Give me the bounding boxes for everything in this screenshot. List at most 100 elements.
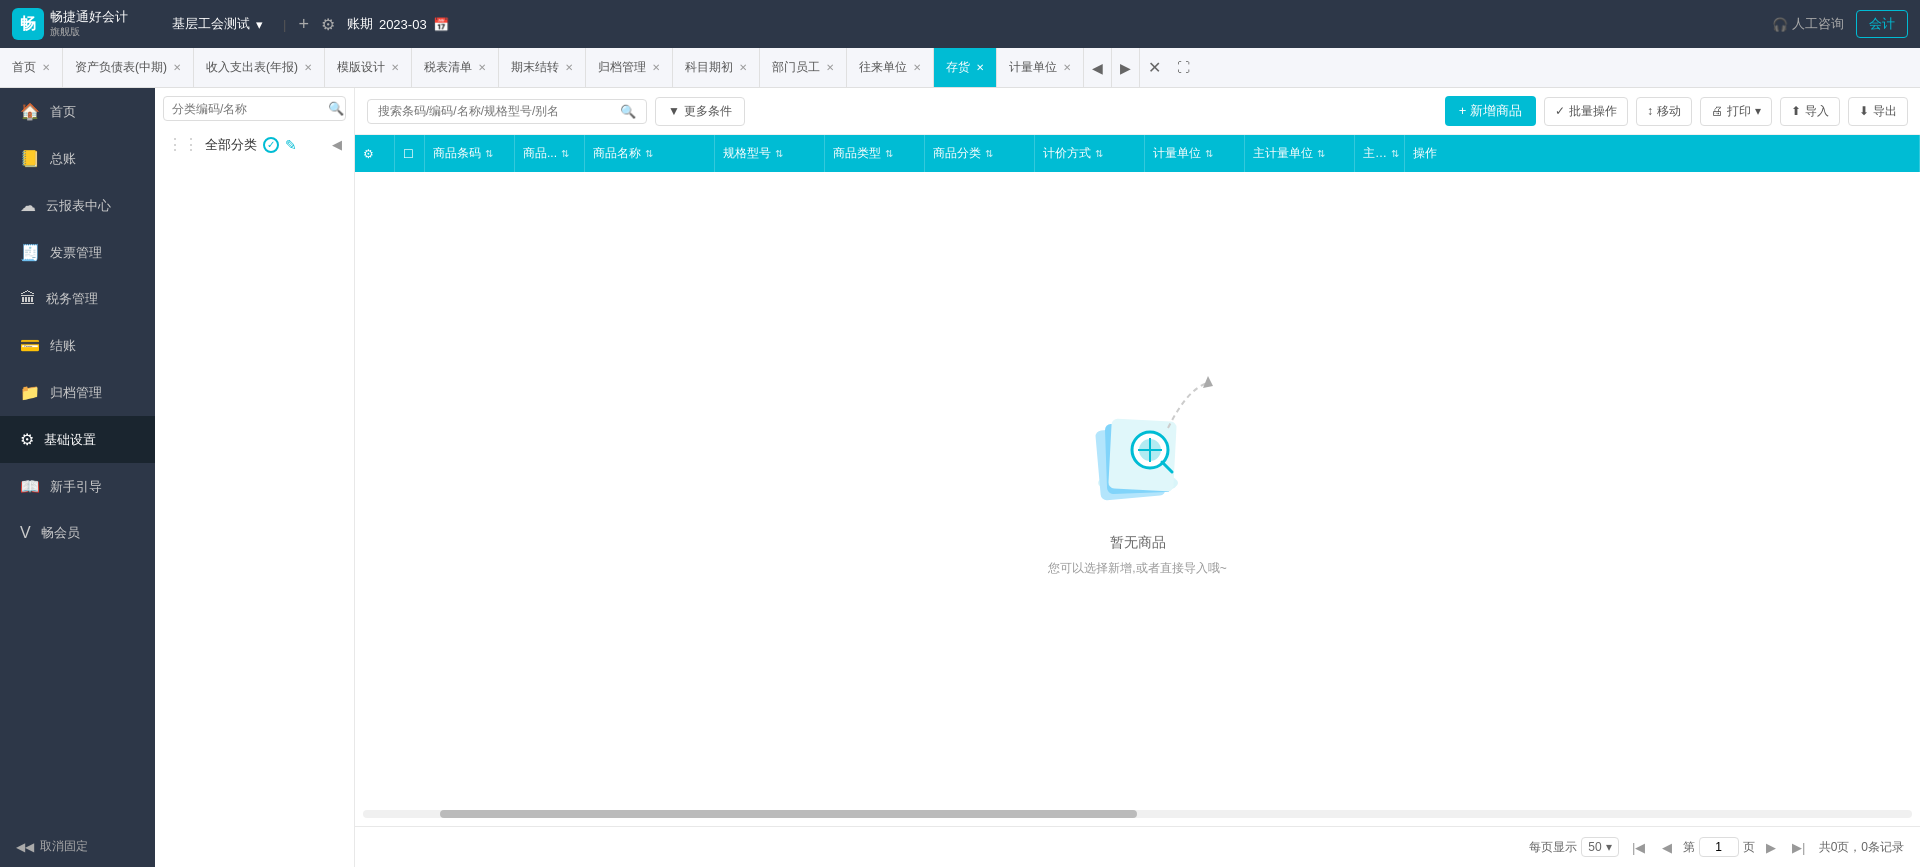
- headset-icon: 🎧: [1772, 17, 1788, 32]
- sidebar-item-checkout[interactable]: 💳 结账: [0, 322, 155, 369]
- filter-label: 更多条件: [684, 103, 732, 120]
- th-label: 商品条码: [433, 145, 481, 162]
- tab-prev-button[interactable]: ◀: [1084, 48, 1112, 88]
- tab-unit[interactable]: 计量单位 ✕: [997, 48, 1084, 88]
- sort-icon: ⇅: [1317, 148, 1325, 159]
- settings-icon[interactable]: ⚙: [321, 15, 335, 34]
- tab-close-icon[interactable]: ✕: [976, 62, 984, 73]
- tab-close-all-button[interactable]: ✕: [1140, 48, 1169, 88]
- tab-label: 收入支出表(年报): [206, 59, 298, 76]
- main-search-input[interactable]: [378, 104, 614, 118]
- category-edit-icon[interactable]: ✎: [285, 137, 297, 153]
- tab-subject-init[interactable]: 科目期初 ✕: [673, 48, 760, 88]
- move-button[interactable]: ↕ 移动: [1636, 97, 1692, 126]
- tab-close-icon[interactable]: ✕: [739, 62, 747, 73]
- tab-label: 期末结转: [511, 59, 559, 76]
- tab-income-statement[interactable]: 收入支出表(年报) ✕: [194, 48, 325, 88]
- tab-label: 模版设计: [337, 59, 385, 76]
- tab-close-icon[interactable]: ✕: [913, 62, 921, 73]
- calendar-icon[interactable]: 📅: [433, 17, 449, 32]
- page-size-select-box[interactable]: 50 ▾: [1581, 837, 1618, 857]
- export-button[interactable]: ⬇ 导出: [1848, 97, 1908, 126]
- tab-partner[interactable]: 往来单位 ✕: [847, 48, 934, 88]
- tab-template[interactable]: 模版设计 ✕: [325, 48, 412, 88]
- sidebar-item-label: 发票管理: [50, 244, 102, 262]
- unpin-button[interactable]: ◀◀ 取消固定: [0, 826, 155, 867]
- page-prev-button[interactable]: ◀: [1655, 835, 1679, 859]
- th-price-method[interactable]: 计价方式 ⇅: [1035, 135, 1145, 172]
- batch-operation-button[interactable]: ✓ 批量操作: [1544, 97, 1628, 126]
- company-selector[interactable]: 基层工会测试 ▾: [164, 11, 271, 37]
- print-button[interactable]: 🖨 打印 ▾: [1700, 97, 1772, 126]
- th-main-unit[interactable]: 主计量单位 ⇅: [1245, 135, 1355, 172]
- category-search-input[interactable]: [172, 102, 322, 116]
- tab-label: 往来单位: [859, 59, 907, 76]
- tab-close-icon[interactable]: ✕: [826, 62, 834, 73]
- page-next-button[interactable]: ▶: [1759, 835, 1783, 859]
- add-company-button[interactable]: +: [298, 14, 309, 35]
- tab-inventory[interactable]: 存货 ✕: [934, 48, 997, 88]
- th-main-abbr[interactable]: 主… ⇅: [1355, 135, 1405, 172]
- th-barcode[interactable]: 商品条码 ⇅: [425, 135, 515, 172]
- filter-button[interactable]: ▼ 更多条件: [655, 97, 745, 126]
- period-label: 账期: [347, 15, 373, 33]
- sidebar-item-invoice[interactable]: 🧾 发票管理: [0, 229, 155, 276]
- main-search-box[interactable]: 🔍: [367, 99, 647, 124]
- tab-close-icon[interactable]: ✕: [42, 62, 50, 73]
- filter-icon: ▼: [668, 104, 680, 118]
- import-button[interactable]: ⬆ 导入: [1780, 97, 1840, 126]
- tab-homepage[interactable]: 首页 ✕: [0, 48, 63, 88]
- th-name[interactable]: 商品名称 ⇅: [585, 135, 715, 172]
- th-type[interactable]: 商品类型 ⇅: [825, 135, 925, 172]
- scroll-thumb[interactable]: [440, 810, 1137, 818]
- total-records: 共0页，0条记录: [1819, 839, 1904, 856]
- th-label: 操作: [1413, 145, 1437, 162]
- th-action: 操作: [1405, 135, 1920, 172]
- unpin-icon: ◀◀: [16, 840, 34, 854]
- th-category[interactable]: 商品分类 ⇅: [925, 135, 1035, 172]
- tab-close-icon[interactable]: ✕: [565, 62, 573, 73]
- th-unit[interactable]: 计量单位 ⇅: [1145, 135, 1245, 172]
- print-dropdown-icon: ▾: [1755, 104, 1761, 118]
- tab-close-icon[interactable]: ✕: [1063, 62, 1071, 73]
- sidebar-item-reports[interactable]: ☁ 云报表中心: [0, 182, 155, 229]
- th-label: 商品类型: [833, 145, 881, 162]
- tab-balance-sheet[interactable]: 资产负债表(中期) ✕: [63, 48, 194, 88]
- sidebar-item-tax[interactable]: 🏛 税务管理: [0, 276, 155, 322]
- tab-close-icon[interactable]: ✕: [391, 62, 399, 73]
- tab-close-icon[interactable]: ✕: [304, 62, 312, 73]
- th-spec[interactable]: 规格型号 ⇅: [715, 135, 825, 172]
- add-product-button[interactable]: + 新增商品: [1445, 96, 1536, 126]
- collapse-icon[interactable]: ◀: [332, 137, 342, 152]
- logo-icon: 畅: [12, 8, 44, 40]
- sidebar-item-ledger[interactable]: 📒 总账: [0, 135, 155, 182]
- tab-next-button[interactable]: ▶: [1112, 48, 1140, 88]
- horizontal-scrollbar[interactable]: [355, 802, 1920, 826]
- consult-button[interactable]: 🎧 人工咨询: [1772, 15, 1844, 33]
- category-search-box[interactable]: 🔍: [163, 96, 346, 121]
- tab-label: 存货: [946, 59, 970, 76]
- sidebar-item-archive[interactable]: 📁 归档管理: [0, 369, 155, 416]
- tab-tax-list[interactable]: 税表清单 ✕: [412, 48, 499, 88]
- sort-icon: ⇅: [985, 148, 993, 159]
- tab-close-icon[interactable]: ✕: [173, 62, 181, 73]
- sidebar-item-guide[interactable]: 📖 新手引导: [0, 463, 155, 510]
- page-first-button[interactable]: |◀: [1627, 835, 1651, 859]
- tab-period-transfer[interactable]: 期末结转 ✕: [499, 48, 586, 88]
- page-last-button[interactable]: ▶|: [1787, 835, 1811, 859]
- account-button[interactable]: 会计: [1856, 10, 1908, 38]
- tab-close-icon[interactable]: ✕: [652, 62, 660, 73]
- tab-archive[interactable]: 归档管理 ✕: [586, 48, 673, 88]
- th-code[interactable]: 商品... ⇅: [515, 135, 585, 172]
- page-number-input[interactable]: [1699, 837, 1739, 857]
- tab-expand-button[interactable]: ⛶: [1169, 48, 1198, 88]
- tab-department[interactable]: 部门员工 ✕: [760, 48, 847, 88]
- th-checkbox[interactable]: ☐: [395, 135, 425, 172]
- sidebar-item-home[interactable]: 🏠 首页: [0, 88, 155, 135]
- th-settings[interactable]: ⚙: [355, 135, 395, 172]
- sidebar-item-member[interactable]: V 畅会员: [0, 510, 155, 556]
- sidebar-item-settings[interactable]: ⚙ 基础设置: [0, 416, 155, 463]
- member-icon: V: [20, 524, 31, 542]
- tab-close-icon[interactable]: ✕: [478, 62, 486, 73]
- grid-icon: ⋮⋮: [167, 135, 199, 154]
